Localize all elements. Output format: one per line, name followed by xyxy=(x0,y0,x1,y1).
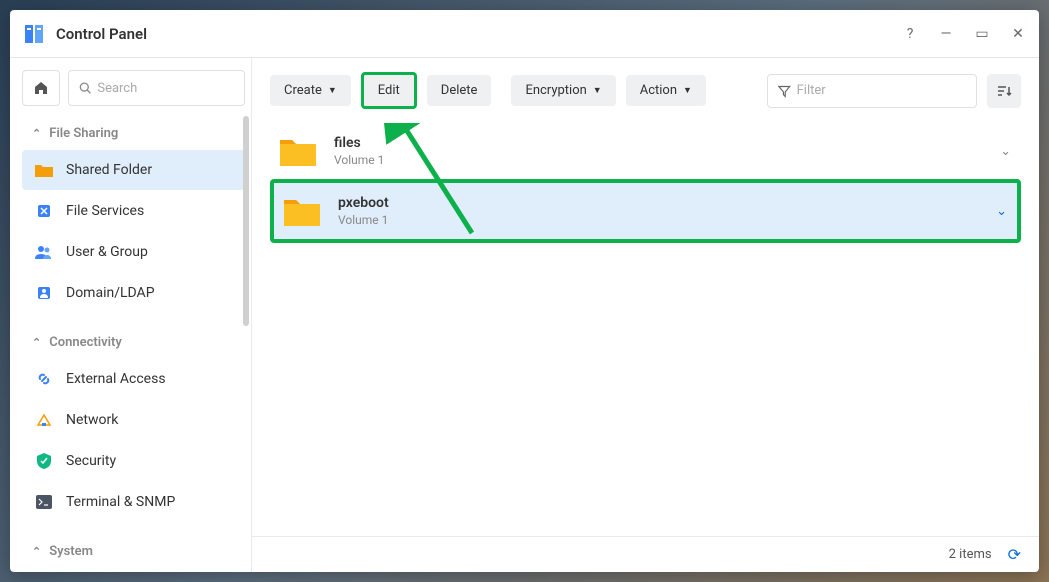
toolbar: Create▼ Edit Delete Encryption▼ Action▼ xyxy=(252,58,1039,123)
sort-icon xyxy=(996,84,1012,98)
sidebar-item-external-access[interactable]: External Access xyxy=(22,359,245,399)
folder-icon xyxy=(34,160,54,180)
folder-name: pxeboot xyxy=(338,195,996,211)
domain-icon xyxy=(34,283,54,303)
window-title: Control Panel xyxy=(56,25,901,43)
search-input[interactable] xyxy=(97,81,234,96)
caret-down-icon: ▼ xyxy=(593,85,602,96)
help-button[interactable]: ? xyxy=(901,26,919,42)
refresh-button[interactable]: ⟳ xyxy=(1008,545,1021,564)
sidebar-scrollbar[interactable] xyxy=(243,116,249,572)
create-button[interactable]: Create▼ xyxy=(270,75,351,106)
window-body: ⌃ File Sharing Shared Folder File Servic… xyxy=(10,58,1039,572)
terminal-icon xyxy=(34,492,54,512)
item-count: 2 items xyxy=(949,547,992,562)
chevron-up-icon: ⌃ xyxy=(32,127,41,140)
users-icon xyxy=(34,242,54,262)
status-bar: 2 items ⟳ xyxy=(252,536,1039,572)
fileservice-icon xyxy=(34,201,54,221)
minimize-button[interactable]: — xyxy=(937,26,955,42)
sidebar-item-network[interactable]: Network xyxy=(22,400,245,440)
chevron-down-icon[interactable]: ⌄ xyxy=(1000,144,1011,159)
chevron-down-icon[interactable]: ⌄ xyxy=(996,204,1007,219)
chevron-up-icon: ⌃ xyxy=(32,545,41,558)
chevron-up-icon: ⌃ xyxy=(32,336,41,349)
section-connectivity[interactable]: ⌃ Connectivity xyxy=(22,327,245,358)
scrollbar-thumb[interactable] xyxy=(243,116,249,326)
filter-icon xyxy=(778,84,791,98)
app-icon xyxy=(22,22,46,46)
folder-row-selected[interactable]: pxeboot Volume 1 ⌄ xyxy=(270,179,1021,243)
folder-name: files xyxy=(334,135,1000,151)
control-panel-window: Control Panel ? — ▭ ✕ ⌃ File Sharing xyxy=(10,10,1039,572)
sidebar-item-user-group[interactable]: User & Group xyxy=(22,232,245,272)
network-icon xyxy=(34,410,54,430)
section-system[interactable]: ⌃ System xyxy=(22,536,245,567)
window-controls: ? — ▭ ✕ xyxy=(901,26,1027,42)
shield-icon xyxy=(34,451,54,471)
folder-row[interactable]: files Volume 1 ⌄ xyxy=(270,123,1021,179)
folder-volume: Volume 1 xyxy=(338,213,996,227)
caret-down-icon: ▼ xyxy=(328,85,337,96)
caret-down-icon: ▼ xyxy=(683,85,692,96)
sidebar-item-file-services[interactable]: File Services xyxy=(22,191,245,231)
edit-button[interactable]: Edit xyxy=(361,72,417,109)
search-field[interactable] xyxy=(68,70,245,106)
titlebar: Control Panel ? — ▭ ✕ xyxy=(10,10,1039,58)
filter-field[interactable] xyxy=(767,74,977,108)
sidebar-item-domain-ldap[interactable]: Domain/LDAP xyxy=(22,273,245,313)
folder-icon xyxy=(280,136,316,166)
sidebar-item-shared-folder[interactable]: Shared Folder xyxy=(22,150,245,190)
sort-button[interactable] xyxy=(987,74,1021,108)
section-file-sharing[interactable]: ⌃ File Sharing xyxy=(22,118,245,149)
link-icon xyxy=(34,369,54,389)
filter-input[interactable] xyxy=(797,83,966,98)
folder-list: files Volume 1 ⌄ pxeboot Volume 1 ⌄ xyxy=(252,123,1039,536)
encryption-button[interactable]: Encryption▼ xyxy=(511,75,615,106)
maximize-button[interactable]: ▭ xyxy=(973,26,991,42)
folder-icon xyxy=(284,196,320,226)
sidebar-item-security[interactable]: Security xyxy=(22,441,245,481)
sidebar-item-terminal-snmp[interactable]: Terminal & SNMP xyxy=(22,482,245,522)
main-content: Create▼ Edit Delete Encryption▼ Action▼ xyxy=(252,58,1039,572)
home-button[interactable] xyxy=(22,70,60,106)
delete-button[interactable]: Delete xyxy=(427,75,492,106)
action-button[interactable]: Action▼ xyxy=(626,75,706,106)
close-button[interactable]: ✕ xyxy=(1009,26,1027,42)
folder-volume: Volume 1 xyxy=(334,153,1000,167)
sidebar: ⌃ File Sharing Shared Folder File Servic… xyxy=(10,58,252,572)
